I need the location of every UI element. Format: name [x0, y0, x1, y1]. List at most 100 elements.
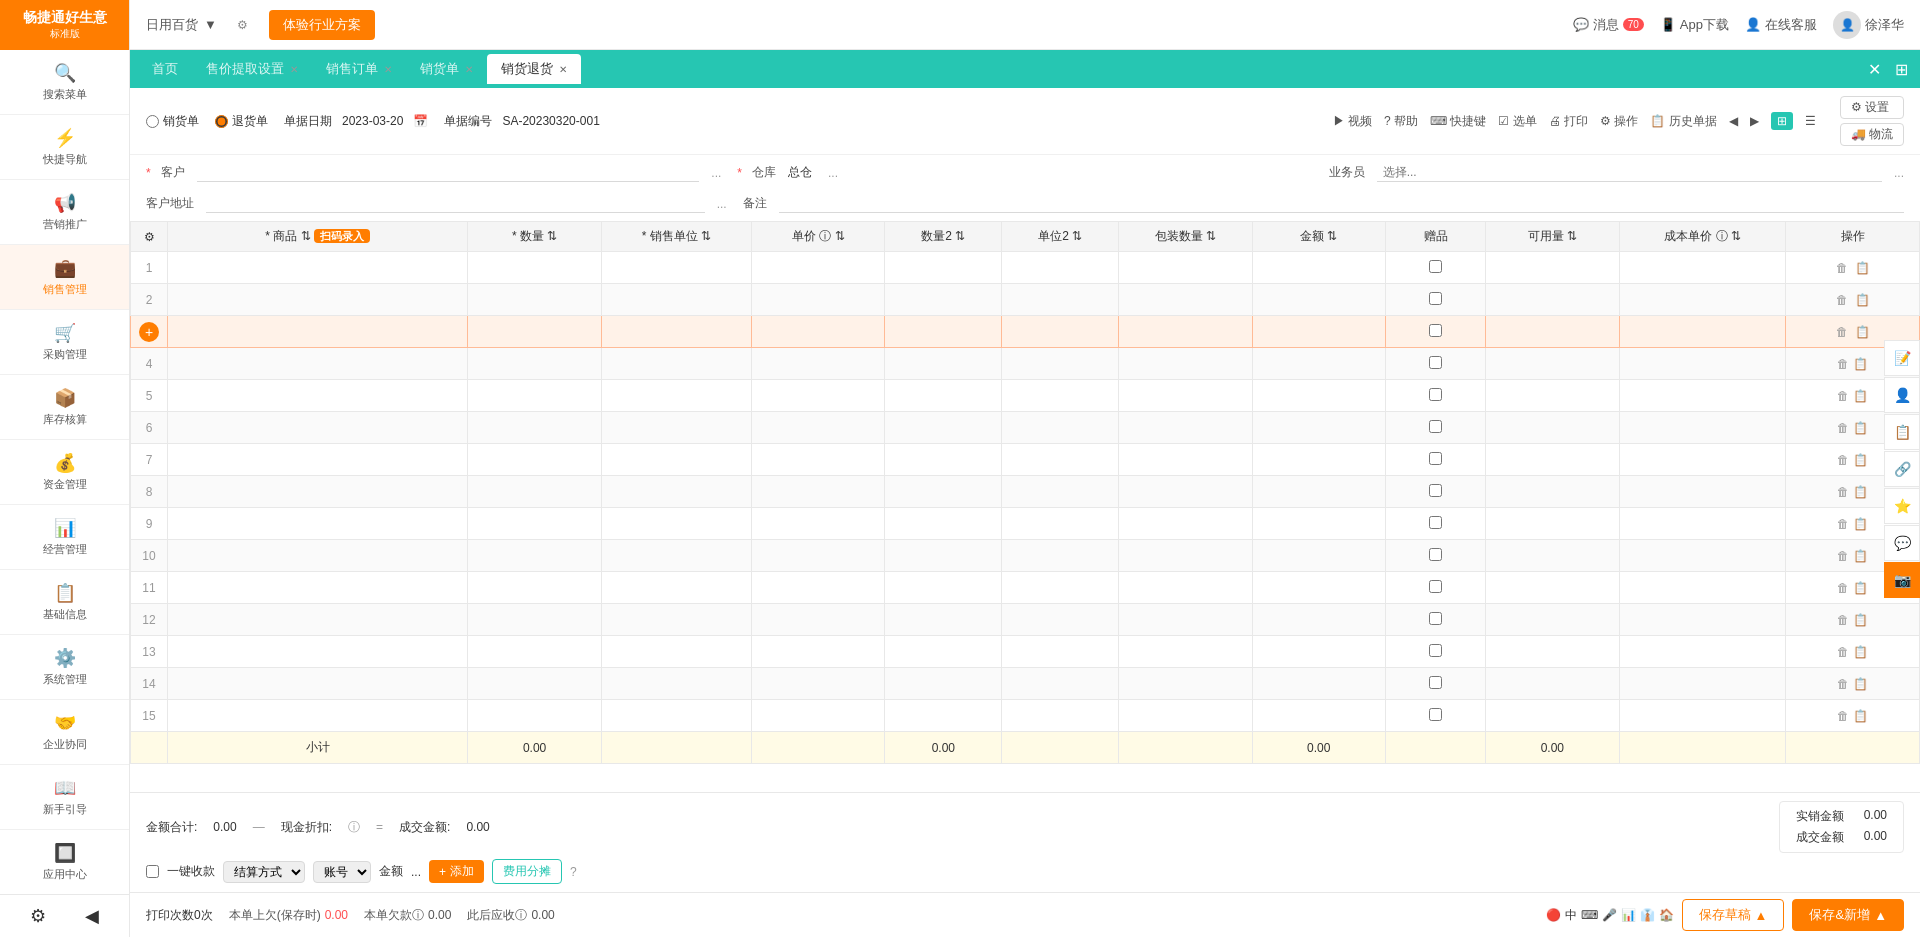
copy-btn[interactable]: 📋: [1855, 293, 1870, 307]
sales-unit-cell[interactable]: [601, 572, 751, 604]
cost-unit-price-cell[interactable]: [1619, 636, 1786, 668]
unit2-cell[interactable]: [1002, 636, 1119, 668]
product-cell[interactable]: [168, 636, 468, 668]
cash-discount-info[interactable]: ⓘ: [348, 819, 360, 836]
quantity-cell[interactable]: [468, 604, 601, 636]
amount-cell[interactable]: [1252, 508, 1385, 540]
tab-sales-order-close[interactable]: ✕: [384, 64, 392, 75]
package-qty-cell[interactable]: [1119, 476, 1252, 508]
unit-price-cell[interactable]: [751, 508, 884, 540]
expand-tab-btn[interactable]: ⊞: [1891, 58, 1912, 81]
category-selector[interactable]: 日用百货 ▼: [146, 16, 217, 34]
quantity2-cell[interactable]: [885, 380, 1002, 412]
unit-price-cell[interactable]: [751, 668, 884, 700]
sales-unit-cell[interactable]: [601, 380, 751, 412]
logistics-btn[interactable]: 🚚 物流: [1840, 123, 1904, 146]
available-cell[interactable]: [1486, 348, 1619, 380]
copy-btn[interactable]: 📋: [1853, 357, 1868, 371]
settings-footer-icon[interactable]: ⚙: [30, 905, 46, 927]
copy-btn[interactable]: 📋: [1853, 677, 1868, 691]
available-cell[interactable]: [1486, 412, 1619, 444]
quantity2-cell[interactable]: [885, 252, 1002, 284]
product-cell[interactable]: [168, 572, 468, 604]
copy-btn[interactable]: 📋: [1855, 261, 1870, 275]
cost-unit-price-cell[interactable]: [1619, 572, 1786, 604]
close-tab-btn[interactable]: ✕: [1864, 58, 1885, 81]
delete-btn[interactable]: 🗑: [1837, 389, 1849, 403]
unit-price-cell[interactable]: [751, 444, 884, 476]
sidebar-item-system[interactable]: ⚙️ 系统管理: [0, 635, 129, 700]
gift-checkbox[interactable]: [1429, 260, 1442, 273]
quantity2-cell[interactable]: [885, 668, 1002, 700]
staff-select-btn[interactable]: ...: [1894, 166, 1904, 180]
th-quantity-sort[interactable]: ⇅: [547, 229, 557, 243]
copy-btn[interactable]: 📋: [1853, 645, 1868, 659]
tab-price-settings[interactable]: 售价提取设置 ✕: [192, 54, 312, 84]
gift-checkbox[interactable]: [1429, 356, 1442, 369]
sales-unit-cell[interactable]: [601, 348, 751, 380]
amount-cell[interactable]: [1252, 572, 1385, 604]
product-cell[interactable]: [168, 284, 468, 316]
tab-sales-return[interactable]: 销货退货 ✕: [487, 54, 581, 84]
product-cell[interactable]: [168, 604, 468, 636]
unit2-cell[interactable]: [1002, 444, 1119, 476]
product-cell[interactable]: [168, 380, 468, 412]
unit2-cell[interactable]: [1002, 476, 1119, 508]
quantity2-cell[interactable]: [885, 348, 1002, 380]
quantity-cell[interactable]: [468, 284, 601, 316]
product-cell[interactable]: [168, 668, 468, 700]
grid-view-btn[interactable]: ⊞: [1771, 112, 1793, 130]
quantity2-cell[interactable]: [885, 476, 1002, 508]
delete-btn[interactable]: 🗑: [1836, 293, 1848, 307]
package-qty-cell[interactable]: [1119, 668, 1252, 700]
tab-sales-return-close[interactable]: ✕: [559, 64, 567, 75]
unit-price-cell[interactable]: [751, 412, 884, 444]
address-input[interactable]: [206, 194, 705, 213]
unit-price-cell[interactable]: [751, 604, 884, 636]
amount-cell[interactable]: [1252, 476, 1385, 508]
package-qty-cell[interactable]: [1119, 700, 1252, 732]
staff-input[interactable]: [1377, 163, 1882, 182]
sales-unit-cell[interactable]: [601, 444, 751, 476]
calendar-icon[interactable]: 📅: [413, 114, 428, 128]
available-cell[interactable]: [1486, 508, 1619, 540]
quantity-cell-active[interactable]: [468, 316, 601, 348]
cost-unit-price-cell[interactable]: [1619, 444, 1786, 476]
tab-sales-order[interactable]: 销售订单 ✕: [312, 54, 406, 84]
gift-checkbox[interactable]: [1429, 516, 1442, 529]
quantity2-cell[interactable]: [885, 412, 1002, 444]
help-btn[interactable]: ? 帮助: [1384, 113, 1418, 130]
side-quick-btn-3[interactable]: 📋: [1884, 414, 1920, 450]
sidebar-item-marketing[interactable]: 📢 营销推广: [0, 180, 129, 245]
quantity-cell[interactable]: [468, 412, 601, 444]
method-select[interactable]: 结算方式: [223, 861, 305, 883]
th-unit-price-sort[interactable]: ⇅: [835, 229, 845, 243]
warehouse-select-btn[interactable]: ...: [828, 166, 838, 180]
cost-unit-price-cell[interactable]: [1619, 476, 1786, 508]
package-qty-cell[interactable]: [1119, 444, 1252, 476]
side-quick-btn-2[interactable]: 👤: [1884, 377, 1920, 413]
cost-unit-price-cell[interactable]: [1619, 508, 1786, 540]
product-cell[interactable]: [168, 444, 468, 476]
input-icon-2[interactable]: 中: [1565, 907, 1577, 924]
unit2-cell[interactable]: [1002, 348, 1119, 380]
gift-checkbox[interactable]: [1429, 580, 1442, 593]
message-item[interactable]: 💬 消息 70: [1573, 16, 1644, 34]
gift-checkbox[interactable]: [1429, 612, 1442, 625]
unit2-cell[interactable]: [1002, 668, 1119, 700]
quantity-cell[interactable]: [468, 348, 601, 380]
cost-unit-price-cell[interactable]: [1619, 412, 1786, 444]
product-cell[interactable]: [168, 540, 468, 572]
gift-checkbox[interactable]: [1429, 644, 1442, 657]
one-click-checkbox[interactable]: [146, 865, 159, 878]
unit-price-cell[interactable]: [751, 348, 884, 380]
quantity2-cell[interactable]: [885, 508, 1002, 540]
radio-sale[interactable]: 销货单: [146, 113, 199, 130]
th-package-qty-sort[interactable]: ⇅: [1206, 229, 1216, 243]
delete-btn[interactable]: 🗑: [1837, 485, 1849, 499]
customer-select-btn[interactable]: ...: [711, 166, 721, 180]
add-row-btn[interactable]: +: [139, 322, 159, 342]
trial-button[interactable]: 体验行业方案: [269, 10, 375, 40]
unit-price-cell[interactable]: [751, 540, 884, 572]
address-select-btn[interactable]: ...: [717, 197, 727, 211]
